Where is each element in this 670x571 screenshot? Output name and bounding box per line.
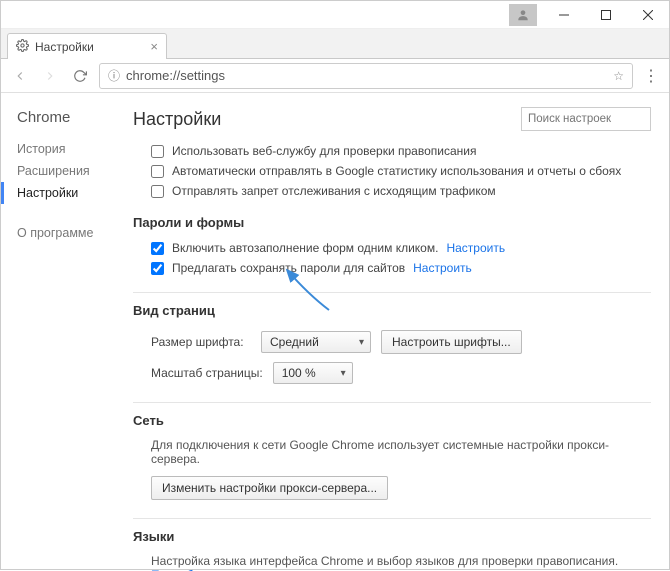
window-titlebar <box>1 1 669 29</box>
customize-fonts-button[interactable]: Настроить шрифты... <box>381 330 522 354</box>
tab-close-icon[interactable]: × <box>150 39 158 54</box>
settings-sidebar: Chrome История Расширения Настройки О пр… <box>1 93 119 571</box>
select-value: Средний <box>270 335 319 349</box>
maximize-button[interactable] <box>585 1 627 29</box>
section-heading: Пароли и формы <box>133 215 651 230</box>
tab-title: Настройки <box>35 40 94 54</box>
select-value: 100 % <box>282 366 316 380</box>
checkbox-spellcheck[interactable] <box>151 145 164 158</box>
page-zoom-select[interactable]: 100 % <box>273 362 353 384</box>
font-size-select[interactable]: Средний <box>261 331 371 353</box>
reload-button[interactable] <box>69 65 91 87</box>
user-profile-badge[interactable] <box>509 4 537 26</box>
privacy-section-tail: Использовать веб-службу для проверки пра… <box>133 141 651 201</box>
url-input[interactable] <box>126 68 607 83</box>
settings-page: Chrome История Расширения Настройки О пр… <box>1 93 669 571</box>
divider <box>133 518 651 519</box>
sidebar-item-settings[interactable]: Настройки <box>1 182 119 204</box>
autofill-configure-link[interactable]: Настроить <box>446 241 505 255</box>
checkbox-save-passwords[interactable] <box>151 262 164 275</box>
languages-desc-text: Настройка языка интерфейса Chrome и выбо… <box>151 554 618 568</box>
font-size-label: Размер шрифта: <box>151 335 251 349</box>
network-section: Сеть Для подключения к сети Google Chrom… <box>133 413 651 504</box>
option-do-not-track[interactable]: Отправлять запрет отслеживания с исходящ… <box>133 181 651 201</box>
gear-icon <box>16 39 29 55</box>
sidebar-brand: Chrome <box>17 109 119 126</box>
tab-strip: Настройки × <box>1 29 669 59</box>
passwords-section: Пароли и формы Включить автозаполнение ф… <box>133 215 651 278</box>
forward-button[interactable] <box>39 65 61 87</box>
option-autofill[interactable]: Включить автозаполнение форм одним клико… <box>133 238 651 258</box>
option-usage-stats[interactable]: Автоматически отправлять в Google статис… <box>133 161 651 181</box>
minimize-button[interactable] <box>543 1 585 29</box>
divider <box>133 402 651 403</box>
bookmark-star-icon[interactable]: ☆ <box>613 69 624 83</box>
checkbox-dnt[interactable] <box>151 185 164 198</box>
toolbar: ⓘ ☆ ⋮ <box>1 59 669 93</box>
tab-settings[interactable]: Настройки × <box>7 33 167 59</box>
address-bar[interactable]: ⓘ ☆ <box>99 63 633 89</box>
option-label: Включить автозаполнение форм одним клико… <box>172 241 438 255</box>
page-title: Настройки <box>133 109 221 130</box>
info-icon[interactable]: ⓘ <box>108 67 120 84</box>
sidebar-item-extensions[interactable]: Расширения <box>17 160 119 182</box>
divider <box>133 292 651 293</box>
option-label: Предлагать сохранять пароли для сайтов <box>172 261 405 275</box>
section-heading: Языки <box>133 529 651 544</box>
section-heading: Вид страниц <box>133 303 651 318</box>
sidebar-item-history[interactable]: История <box>17 138 119 160</box>
languages-desc: Настройка языка интерфейса Chrome и выбо… <box>133 552 651 571</box>
sidebar-item-about[interactable]: О программе <box>17 222 119 244</box>
languages-section: Языки Настройка языка интерфейса Chrome … <box>133 529 651 571</box>
appearance-section: Вид страниц Размер шрифта: Средний Настр… <box>133 303 651 388</box>
passwords-configure-link[interactable]: Настроить <box>413 261 472 275</box>
checkbox-usage-stats[interactable] <box>151 165 164 178</box>
option-spellcheck-web[interactable]: Использовать веб-службу для проверки пра… <box>133 141 651 161</box>
proxy-settings-button[interactable]: Изменить настройки прокси-сервера... <box>151 476 388 500</box>
chrome-menu-button[interactable]: ⋮ <box>641 66 661 86</box>
search-settings-input[interactable] <box>521 107 651 131</box>
option-label: Отправлять запрет отслеживания с исходящ… <box>172 184 496 198</box>
option-label: Автоматически отправлять в Google статис… <box>172 164 621 178</box>
option-save-passwords[interactable]: Предлагать сохранять пароли для сайтов Н… <box>133 258 651 278</box>
settings-main: Настройки Использовать веб-службу для пр… <box>119 93 669 571</box>
close-button[interactable] <box>627 1 669 29</box>
option-label: Использовать веб-службу для проверки пра… <box>172 144 476 158</box>
back-button[interactable] <box>9 65 31 87</box>
page-zoom-label: Масштаб страницы: <box>151 366 263 380</box>
network-desc: Для подключения к сети Google Chrome исп… <box>133 436 651 472</box>
checkbox-autofill[interactable] <box>151 242 164 255</box>
section-heading: Сеть <box>133 413 651 428</box>
